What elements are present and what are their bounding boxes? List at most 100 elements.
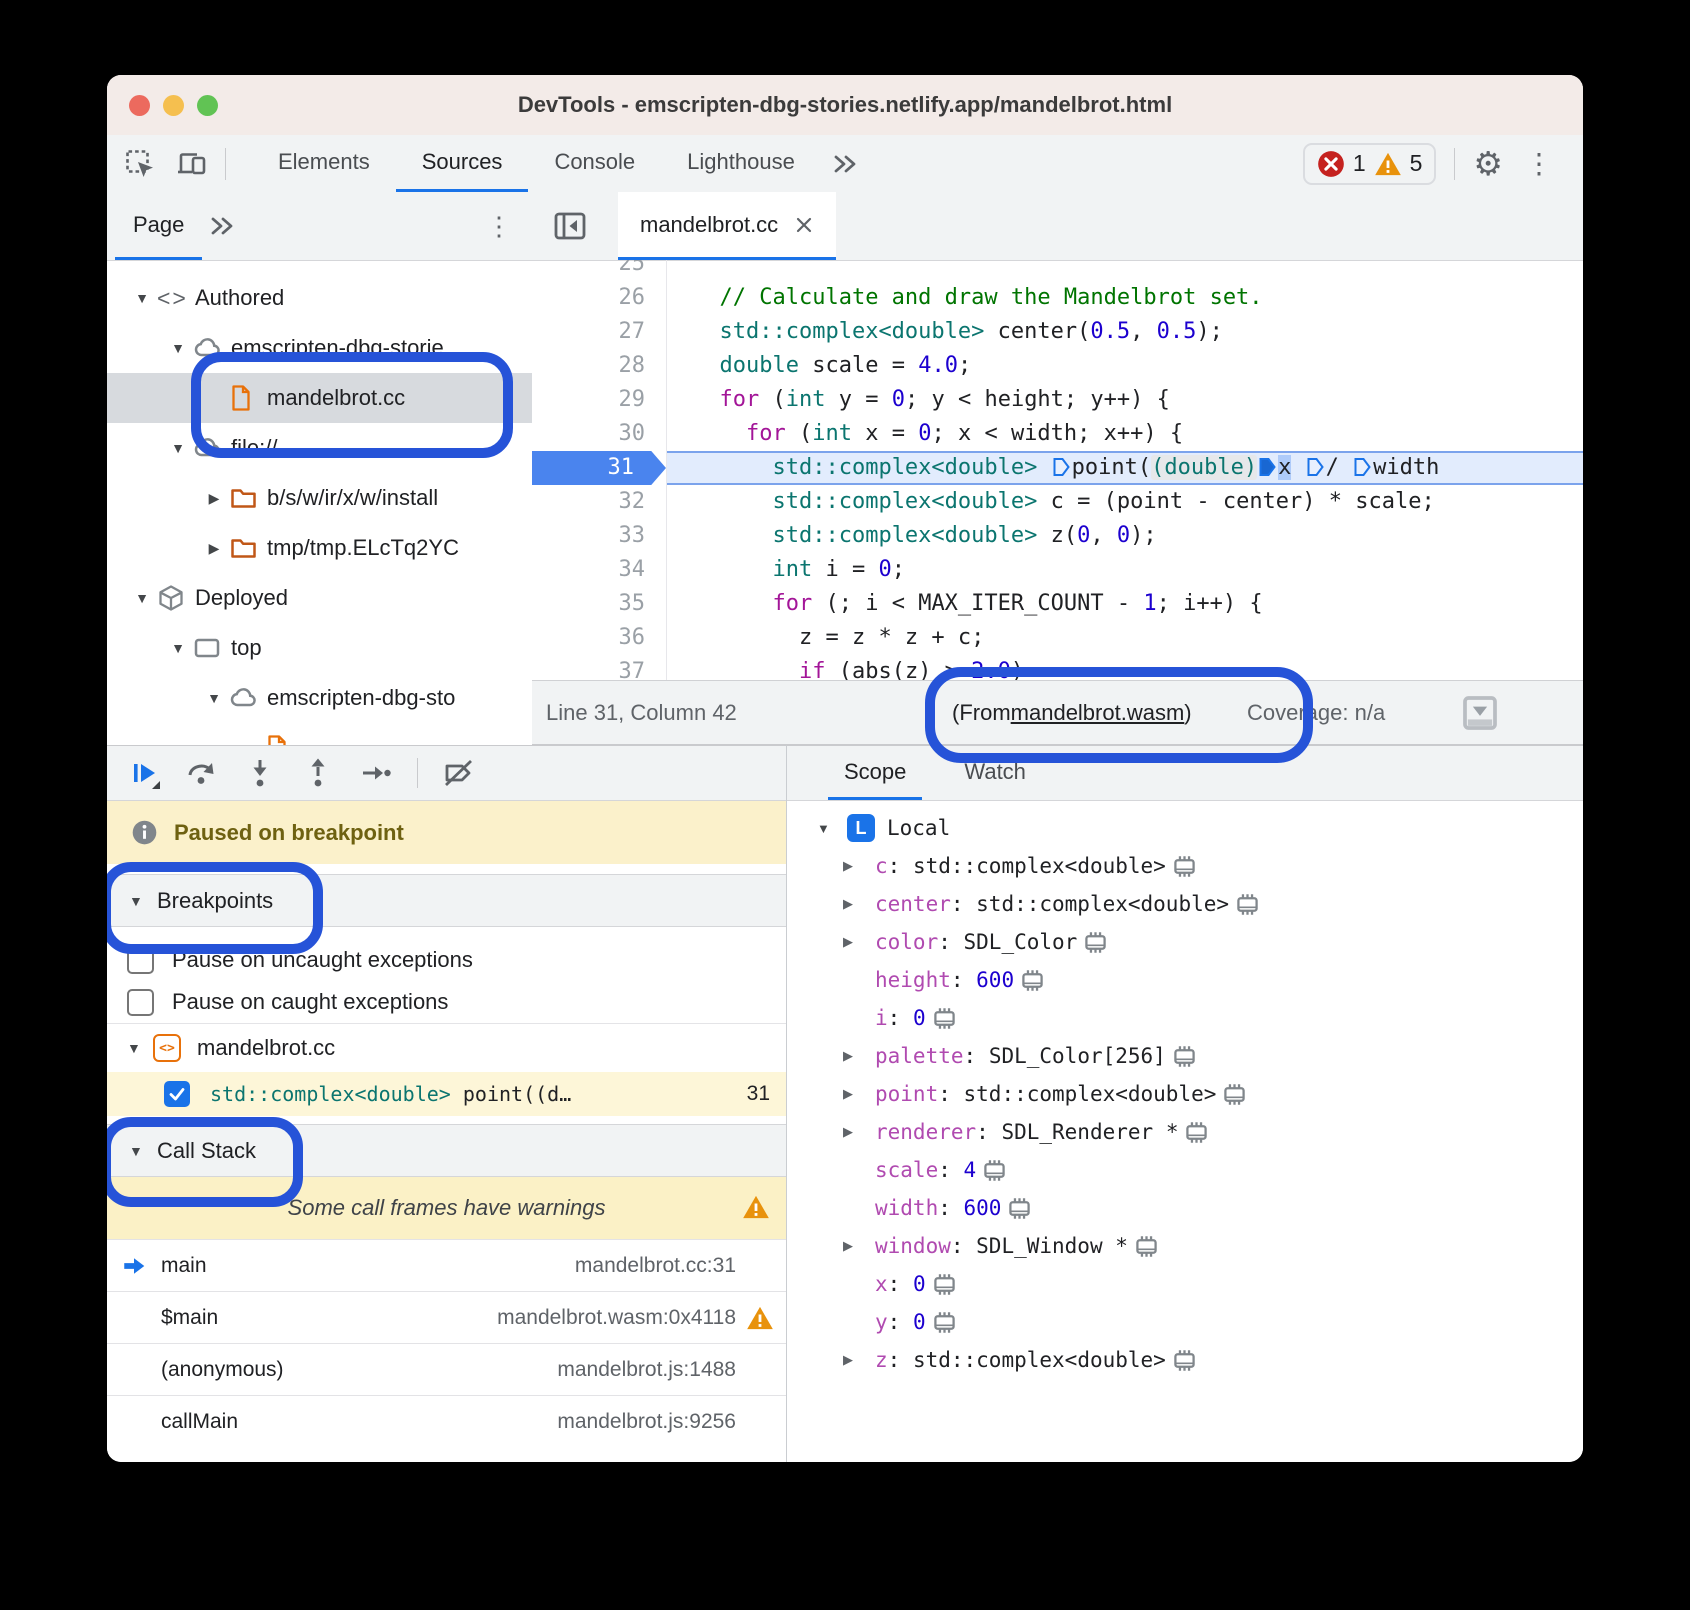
inline-step-marker-icon[interactable] [1354,455,1371,489]
expand-arrow-icon[interactable]: ▶ [843,1048,875,1064]
code-area[interactable]: 25 26 // Calculate and draw the Mandelbr… [532,260,1583,680]
inline-step-marker-icon[interactable] [1307,455,1324,489]
memory-icon[interactable] [1172,1349,1197,1372]
expand-arrow-icon[interactable]: ▶ [843,858,875,874]
code-line[interactable]: 33 std::complex<double> z(0, 0); [532,519,1583,553]
code-line[interactable]: 30 for (int x = 0; x < width; x++) { [532,417,1583,451]
tree-item[interactable]: ▼ emscripten-dbg-sto [107,673,532,723]
more-options-icon[interactable]: ⋮ [1521,150,1557,178]
code-line[interactable]: 37 if (abs(z) > 2.0) [532,655,1583,680]
code-line[interactable]: 32 std::complex<double> c = (point - cen… [532,485,1583,519]
breakpoints-section-header[interactable]: ▼ Breakpoints [107,874,786,927]
memory-icon[interactable] [1222,1083,1247,1106]
scope-variable[interactable]: height : 600 [787,961,1583,999]
more-navigator-tabs-icon[interactable] [208,214,236,238]
call-stack-frame[interactable]: main mandelbrot.cc:31 [107,1239,786,1291]
wasm-source-link[interactable]: mandelbrot.wasm [1011,700,1185,726]
tab-watch[interactable]: Watch [948,746,1042,800]
scope-variable[interactable]: ▶ window : SDL_Window * [787,1227,1583,1265]
code-line[interactable]: 25 [532,260,1583,281]
tree-item[interactable]: ▼ <> Authored [107,273,532,323]
navigator-menu-icon[interactable]: ⋮ [486,211,512,242]
memory-icon[interactable] [1007,1197,1032,1220]
code-line[interactable]: 36 z = z * z + c; [532,621,1583,655]
resume-button[interactable] [127,756,161,790]
inline-step-marker-icon[interactable] [1053,455,1070,489]
scope-variable[interactable]: y : 0 [787,1303,1583,1341]
current-position-marker-icon[interactable] [1259,455,1276,489]
call-stack-frame[interactable]: callMain mandelbrot.js:9256 [107,1395,786,1447]
collapse-arrow-icon[interactable]: ▼ [129,893,157,909]
line-number-gutter[interactable]: 32 [532,485,666,519]
memory-icon[interactable] [1184,1121,1209,1144]
scope-variable[interactable]: ▶ palette : SDL_Color[256] [787,1037,1583,1075]
step-over-button[interactable] [185,756,219,790]
expand-arrow-icon[interactable]: ▼ [163,440,193,456]
expand-arrow-icon[interactable]: ▶ [843,934,875,950]
code-line[interactable]: 31 std::complex<double> point((double)x … [532,451,1583,485]
tab-elements[interactable]: Elements [252,135,396,192]
scope-variable[interactable]: ▶ z : std::complex<double> [787,1341,1583,1379]
line-number-gutter[interactable]: 36 [532,621,666,655]
code-line[interactable]: 34 int i = 0; [532,553,1583,587]
expand-arrow-icon[interactable]: ▼ [127,590,157,606]
memory-icon[interactable] [1020,969,1045,992]
line-number-gutter[interactable]: 25 [532,260,666,281]
expand-arrow-icon[interactable]: ▼ [199,690,229,706]
more-tabs-icon[interactable] [821,135,869,192]
step-into-button[interactable] [243,756,277,790]
tab-lighthouse[interactable]: Lighthouse [661,135,821,192]
code-line[interactable]: 29 for (int y = 0; y < height; y++) { [532,383,1583,417]
scope-variable[interactable]: ▶ renderer : SDL_Renderer * [787,1113,1583,1151]
collapse-arrow-icon[interactable]: ▼ [817,821,847,836]
code-line[interactable]: 26 // Calculate and draw the Mandelbrot … [532,281,1583,315]
scope-variable[interactable]: i : 0 [787,999,1583,1037]
scope-variable[interactable]: scale : 4 [787,1151,1583,1189]
code-line[interactable]: 35 for (; i < MAX_ITER_COUNT - 1; i++) { [532,587,1583,621]
tab-console[interactable]: Console [528,135,661,192]
memory-icon[interactable] [1083,931,1108,954]
close-window-button[interactable] [129,95,150,116]
collapse-arrow-icon[interactable]: ▼ [127,1040,153,1056]
settings-gear-icon[interactable]: ⚙ [1473,147,1503,180]
tree-item[interactable]: ▶ tmp/tmp.ELcTq2YC [107,523,532,573]
memory-icon[interactable] [1172,1045,1197,1068]
drawer-toggle-icon[interactable] [1460,681,1500,744]
expand-arrow-icon[interactable]: ▶ [843,1352,875,1368]
editor-tab-mandelbrot[interactable]: mandelbrot.cc [618,192,836,260]
tab-page[interactable]: Page [115,192,202,260]
memory-icon[interactable] [932,1007,957,1030]
line-number-gutter[interactable]: 26 [532,281,666,315]
scope-variable[interactable]: x : 0 [787,1265,1583,1303]
line-number-gutter[interactable]: 28 [532,349,666,383]
tree-item[interactable]: ▶ b/s/w/ir/x/w/install [107,473,532,523]
checkbox[interactable] [127,989,154,1016]
checkbox[interactable] [127,947,154,974]
line-number-gutter[interactable]: 35 [532,587,666,621]
tree-item[interactable]: ▼ file:// [107,423,532,473]
expand-arrow-icon[interactable]: ▶ [843,1124,875,1140]
memory-icon[interactable] [1235,893,1260,916]
scope-variable[interactable]: ▶ c : std::complex<double> [787,847,1583,885]
code-line[interactable]: 28 double scale = 4.0; [532,349,1583,383]
call-stack-frame[interactable]: $main mandelbrot.wasm:0x4118 [107,1291,786,1343]
line-number-gutter[interactable]: 31 [532,451,666,485]
memory-icon[interactable] [932,1273,957,1296]
line-number-gutter[interactable]: 34 [532,553,666,587]
expand-arrow-icon[interactable]: ▼ [163,640,193,656]
breakpoint-checkbox[interactable] [164,1081,190,1107]
inspect-element-icon[interactable] [121,145,159,183]
call-stack-section-header[interactable]: ▼ Call Stack [107,1124,786,1177]
minimize-window-button[interactable] [163,95,184,116]
step-button[interactable] [359,756,393,790]
exception-option[interactable]: Pause on uncaught exceptions [107,939,786,981]
close-tab-icon[interactable] [794,215,814,235]
line-number-gutter[interactable]: 27 [532,315,666,349]
line-number-gutter[interactable]: 30 [532,417,666,451]
maximize-window-button[interactable] [197,95,218,116]
deactivate-breakpoints-button[interactable] [442,756,476,790]
scope-variable[interactable]: ▶ color : SDL_Color [787,923,1583,961]
local-scope-header[interactable]: ▼ L Local [787,809,1583,847]
collapse-arrow-icon[interactable]: ▼ [129,1143,157,1159]
tree-item[interactable]: ▼ emscripten-dbg-storie [107,323,532,373]
